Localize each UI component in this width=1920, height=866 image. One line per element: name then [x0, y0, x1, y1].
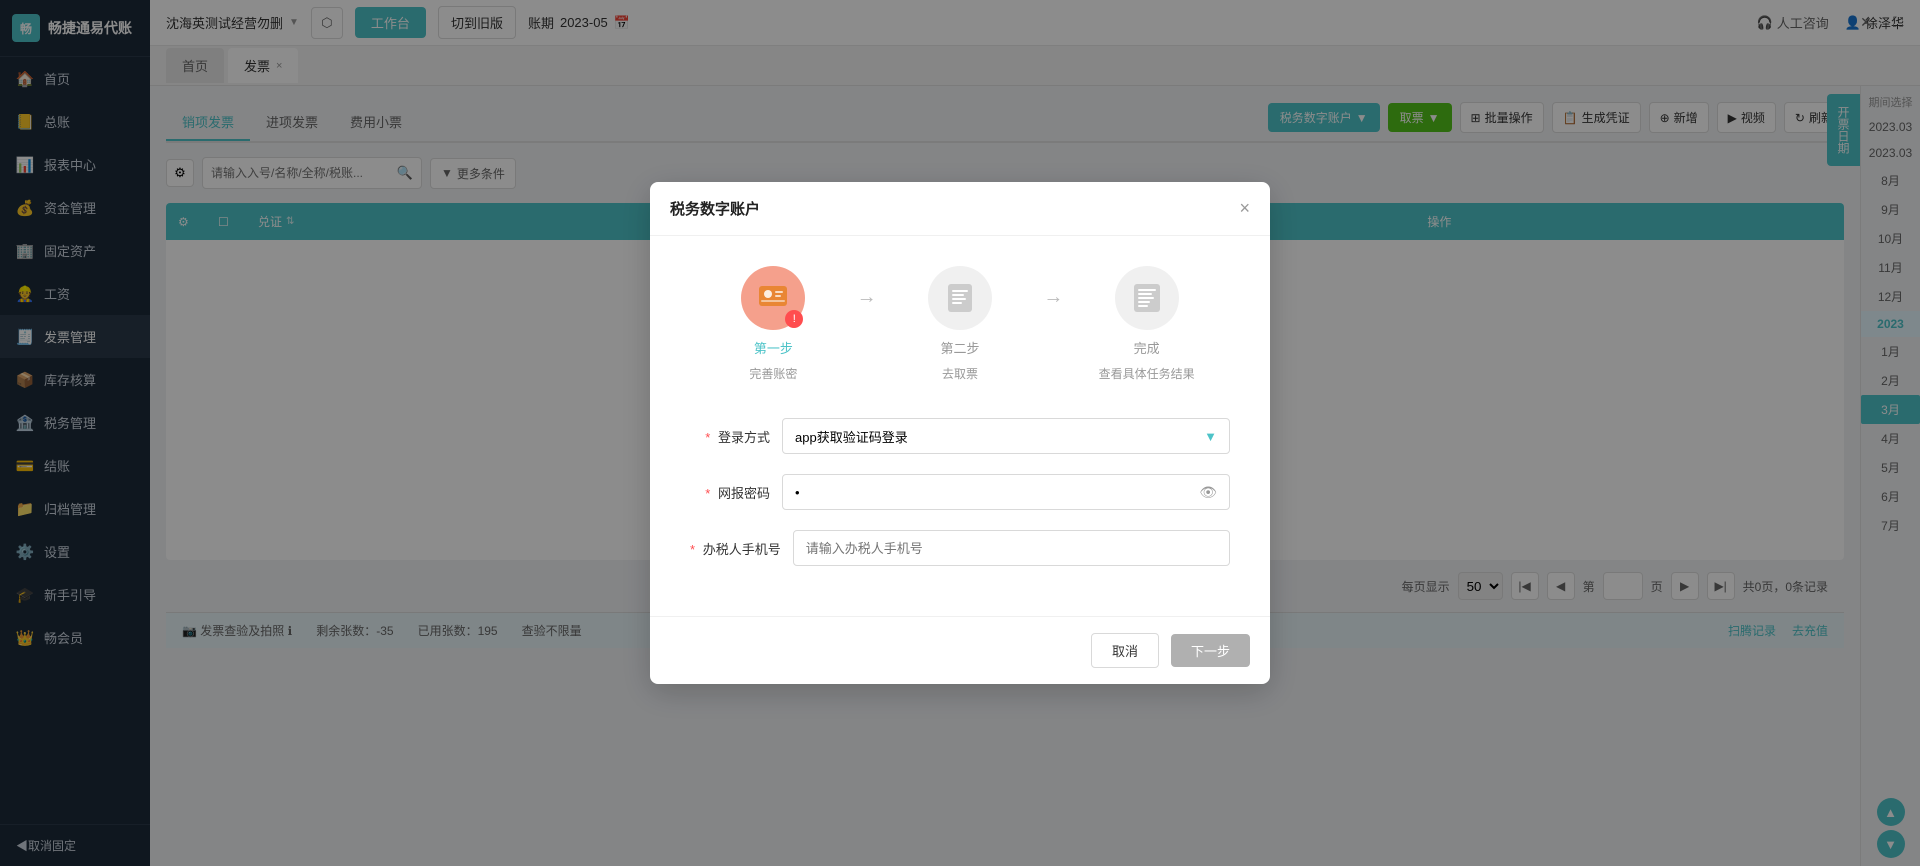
step-1: ! 第一步 完善账密 — [690, 266, 857, 382]
step-3-desc: 查看具体任务结果 — [1099, 365, 1195, 382]
steps-indicator: ! 第一步 完善账密 → — [690, 266, 1230, 382]
step-3-icon — [1129, 280, 1165, 316]
password-input[interactable] — [795, 485, 1199, 500]
phone-input[interactable] — [806, 541, 1217, 556]
step-1-label: 第一步 — [754, 338, 793, 357]
dialog-header: 税务数字账户 × — [650, 182, 1270, 236]
password-toggle-icon[interactable]: 👁 — [1199, 484, 1217, 501]
step-1-icon — [755, 280, 791, 316]
step-1-desc: 完善账密 — [749, 365, 797, 382]
password-label: * 网报密码 — [690, 483, 770, 502]
dropdown-arrow-icon: ▼ — [1204, 429, 1217, 444]
password-field[interactable]: 👁 — [782, 474, 1230, 510]
phone-field[interactable] — [793, 530, 1230, 566]
cancel-button[interactable]: 取消 — [1091, 633, 1159, 668]
step-2-desc: 去取票 — [942, 365, 978, 382]
phone-label: * 办税人手机号 — [690, 539, 781, 558]
step-2-icon-wrap — [928, 266, 992, 330]
password-row: * 网报密码 👁 — [690, 474, 1230, 510]
tax-digital-dialog: 税务数字账户 × ! — [650, 182, 1270, 684]
login-method-select[interactable]: app获取验证码登录 ▼ — [782, 418, 1230, 454]
dialog-title: 税务数字账户 — [670, 198, 760, 219]
modal-overlay: 税务数字账户 × ! — [0, 0, 1920, 866]
step-1-badge: ! — [785, 310, 803, 328]
step-2: 第二步 去取票 — [877, 266, 1044, 382]
next-button[interactable]: 下一步 — [1171, 634, 1250, 667]
step-arrow-2: → — [1043, 286, 1063, 309]
phone-row: * 办税人手机号 — [690, 530, 1230, 566]
step-3: 完成 查看具体任务结果 — [1063, 266, 1230, 382]
dialog-close-btn[interactable]: × — [1239, 198, 1250, 219]
dialog-body: ! 第一步 完善账密 → — [650, 236, 1270, 616]
login-method-value: app获取验证码登录 — [795, 427, 908, 446]
step-3-icon-wrap — [1115, 266, 1179, 330]
step-2-label: 第二步 — [941, 338, 980, 357]
login-method-row: * 登录方式 app获取验证码登录 ▼ — [690, 418, 1230, 454]
dialog-footer: 取消 下一步 — [650, 616, 1270, 684]
step-3-label: 完成 — [1134, 338, 1160, 357]
step-1-icon-wrap: ! — [741, 266, 805, 330]
step-arrow-1: → — [857, 286, 877, 309]
login-method-label: * 登录方式 — [690, 427, 770, 446]
step-2-icon — [942, 280, 978, 316]
